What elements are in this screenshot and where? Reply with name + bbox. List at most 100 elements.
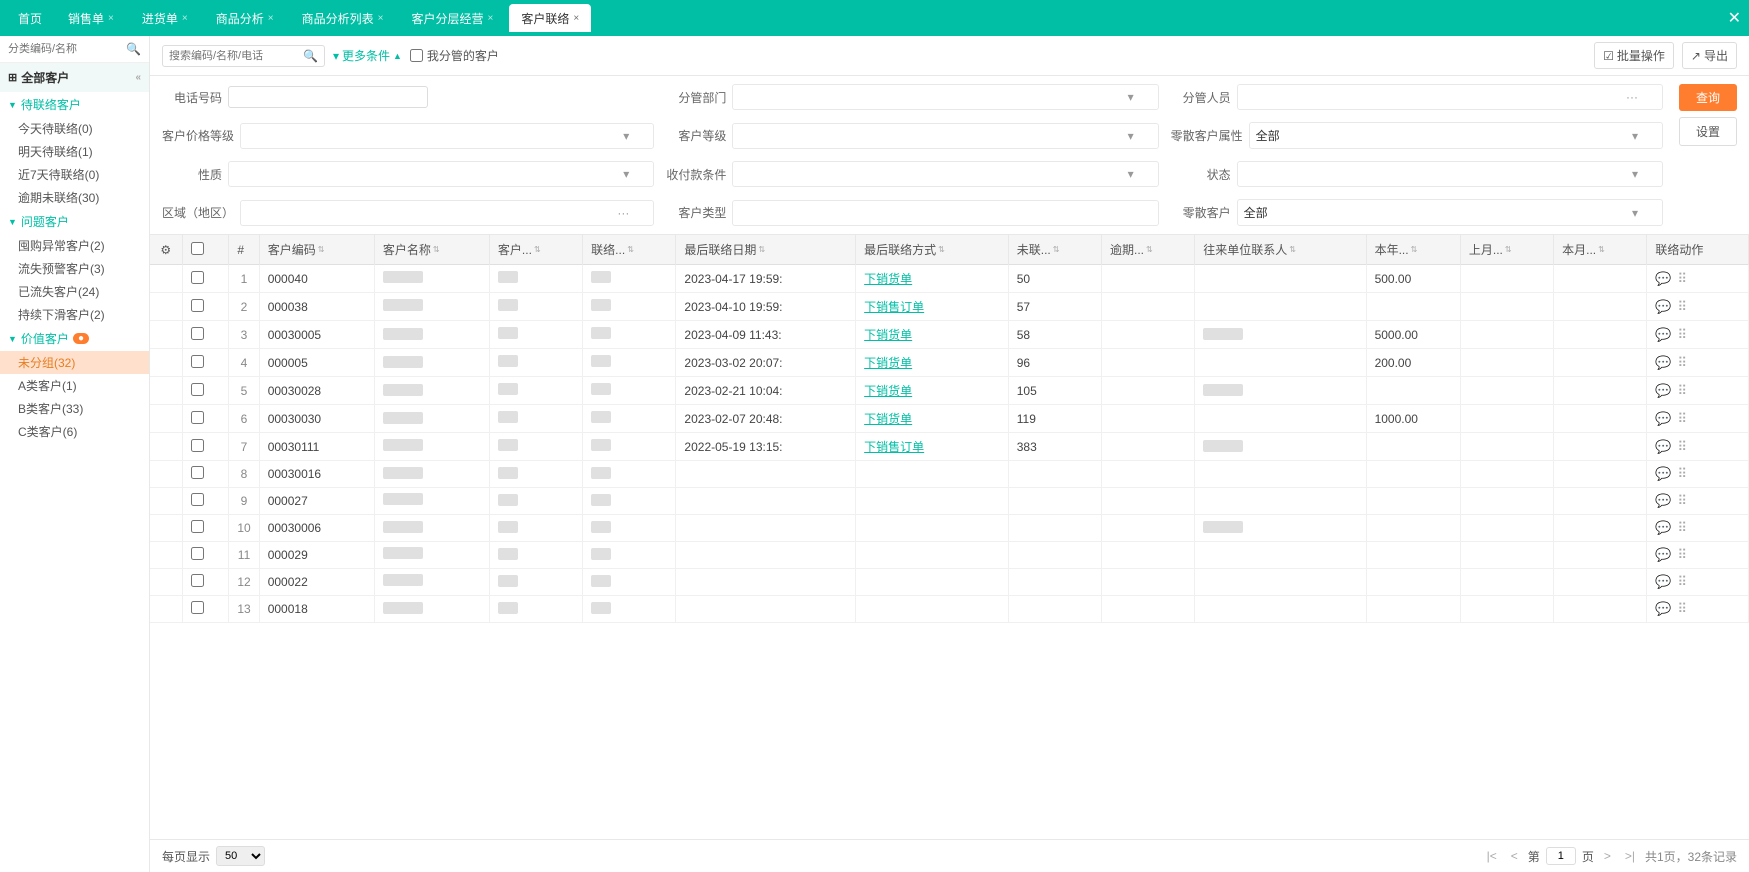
- checkbox-cell[interactable]: [182, 596, 229, 623]
- more-action-icon[interactable]: ⠿: [1678, 574, 1688, 590]
- filter-customer-level-select[interactable]: ▾: [732, 123, 1158, 149]
- contact-action-icon[interactable]: 💬: [1655, 383, 1671, 399]
- contact-action-icon[interactable]: 💬: [1655, 355, 1671, 371]
- contact-method-link[interactable]: 下销售订单: [864, 440, 924, 454]
- tab-customer-segment[interactable]: 客户分层经营 ×: [399, 4, 505, 32]
- export-button[interactable]: ↗ 导出: [1682, 42, 1737, 69]
- all-customers-item[interactable]: ⊞ 全部客户 «: [0, 63, 149, 92]
- close-icon[interactable]: ×: [108, 13, 114, 24]
- tab-sales-order[interactable]: 销售单 ×: [56, 4, 126, 32]
- col-this-year[interactable]: 本年...⇅: [1366, 235, 1460, 265]
- contact-action-icon[interactable]: 💬: [1655, 271, 1671, 287]
- close-icon[interactable]: ×: [268, 13, 274, 24]
- contact-action-icon[interactable]: 💬: [1655, 411, 1671, 427]
- row-checkbox[interactable]: [191, 520, 204, 533]
- row-checkbox[interactable]: [191, 493, 204, 506]
- my-customers-checkbox-label[interactable]: 我分管的客户: [410, 47, 499, 64]
- prev-page-button[interactable]: <: [1507, 847, 1522, 865]
- tab-purchase-order[interactable]: 进货单 ×: [130, 4, 200, 32]
- sidebar-item-abnormal[interactable]: 囤购异常客户(2): [0, 234, 149, 257]
- more-action-icon[interactable]: ⠿: [1678, 493, 1688, 509]
- row-checkbox[interactable]: [191, 355, 204, 368]
- filter-status-select[interactable]: ▾: [1237, 161, 1663, 187]
- page-number-input[interactable]: [1546, 847, 1576, 865]
- row-checkbox[interactable]: [191, 547, 204, 560]
- sidebar-item-churn-warning[interactable]: 流失预警客户(3): [0, 257, 149, 280]
- window-close-button[interactable]: ✕: [1728, 8, 1741, 28]
- nav-home[interactable]: 首页: [8, 4, 52, 32]
- filter-dept-select[interactable]: ▾: [732, 84, 1158, 110]
- checkbox-cell[interactable]: [182, 349, 229, 377]
- filter-customer-type-select[interactable]: [732, 200, 1158, 226]
- contact-method-link[interactable]: 下销货单: [864, 328, 912, 342]
- per-page-select[interactable]: 50 100 200: [216, 846, 265, 866]
- col-last-contact-method[interactable]: 最后联络方式⇅: [856, 235, 1009, 265]
- more-action-icon[interactable]: ⠿: [1678, 466, 1688, 482]
- col-unlinked[interactable]: 未联...⇅: [1008, 235, 1101, 265]
- row-checkbox[interactable]: [191, 439, 204, 452]
- row-checkbox[interactable]: [191, 271, 204, 284]
- checkbox-cell[interactable]: [182, 321, 229, 349]
- checkbox-cell[interactable]: [182, 405, 229, 433]
- more-action-icon[interactable]: ⠿: [1678, 520, 1688, 536]
- checkbox-cell[interactable]: [182, 542, 229, 569]
- col-this-month[interactable]: 本月...⇅: [1554, 235, 1647, 265]
- filter-retail-attr-select[interactable]: 全部▾: [1249, 122, 1663, 149]
- close-icon[interactable]: ×: [182, 13, 188, 24]
- row-checkbox[interactable]: [191, 327, 204, 340]
- filter-nature-select[interactable]: ▾: [228, 161, 654, 187]
- more-action-icon[interactable]: ⠿: [1678, 411, 1688, 427]
- col-last-month[interactable]: 上月...⇅: [1460, 235, 1553, 265]
- col-overdue[interactable]: 逾期...⇅: [1101, 235, 1194, 265]
- contact-action-icon[interactable]: 💬: [1655, 520, 1671, 536]
- row-checkbox[interactable]: [191, 466, 204, 479]
- query-button[interactable]: 查询: [1679, 84, 1737, 111]
- contact-method-link[interactable]: 下销货单: [864, 412, 912, 426]
- col-customer-cat[interactable]: 客户...⇅: [489, 235, 582, 265]
- contact-action-icon[interactable]: 💬: [1655, 439, 1671, 455]
- next-page-button[interactable]: >: [1600, 847, 1615, 865]
- more-action-icon[interactable]: ⠿: [1678, 601, 1688, 617]
- col-last-contact-date[interactable]: 最后联络日期⇅: [676, 235, 856, 265]
- more-action-icon[interactable]: ⠿: [1678, 439, 1688, 455]
- contact-method-link[interactable]: 下销货单: [864, 272, 912, 286]
- last-page-button[interactable]: >|: [1621, 847, 1639, 865]
- sidebar-item-overdue-pending[interactable]: 逾期未联络(30): [0, 186, 149, 209]
- filter-region-select[interactable]: ···: [240, 200, 654, 226]
- more-action-icon[interactable]: ⠿: [1678, 327, 1688, 343]
- sidebar-item-ungraded[interactable]: 未分组(32): [0, 351, 149, 374]
- contact-action-icon[interactable]: 💬: [1655, 574, 1671, 590]
- checkbox-cell[interactable]: [182, 377, 229, 405]
- sidebar-item-tomorrow-pending[interactable]: 明天待联络(1): [0, 140, 149, 163]
- close-icon[interactable]: ×: [573, 13, 579, 24]
- contact-method-link[interactable]: 下销货单: [864, 356, 912, 370]
- filter-price-level-select[interactable]: ▾: [240, 123, 654, 149]
- tab-customer-contact[interactable]: 客户联络 ×: [509, 4, 591, 32]
- filter-phone-input[interactable]: [228, 86, 428, 108]
- contact-action-icon[interactable]: 💬: [1655, 493, 1671, 509]
- row-checkbox[interactable]: [191, 299, 204, 312]
- filter-retail-customer-select[interactable]: 全部▾: [1237, 199, 1663, 226]
- sidebar-item-7days-pending[interactable]: 近7天待联络(0): [0, 163, 149, 186]
- col-customer-name[interactable]: 客户名称⇅: [374, 235, 489, 265]
- tab-product-analysis[interactable]: 商品分析 ×: [204, 4, 286, 32]
- my-customers-checkbox[interactable]: [410, 49, 423, 62]
- filter-payment-select[interactable]: ▾: [732, 161, 1158, 187]
- checkbox-cell[interactable]: [182, 515, 229, 542]
- close-icon[interactable]: ×: [487, 13, 493, 24]
- checkbox-cell[interactable]: [182, 569, 229, 596]
- col-contact[interactable]: 联络...⇅: [583, 235, 676, 265]
- checkbox-col-header[interactable]: [182, 235, 229, 265]
- contact-method-link[interactable]: 下销货单: [864, 384, 912, 398]
- checkbox-cell[interactable]: [182, 265, 229, 293]
- sidebar-item-churned[interactable]: 已流失客户(24): [0, 280, 149, 303]
- col-customer-code[interactable]: 客户编码⇅: [259, 235, 374, 265]
- reset-button[interactable]: 设置: [1679, 117, 1737, 146]
- checkbox-cell[interactable]: [182, 293, 229, 321]
- category-search-input[interactable]: [8, 43, 122, 55]
- row-checkbox[interactable]: [191, 411, 204, 424]
- tab-product-analysis-list[interactable]: 商品分析列表 ×: [290, 4, 396, 32]
- checkbox-cell[interactable]: [182, 433, 229, 461]
- checkbox-cell[interactable]: [182, 461, 229, 488]
- contact-action-icon[interactable]: 💬: [1655, 547, 1671, 563]
